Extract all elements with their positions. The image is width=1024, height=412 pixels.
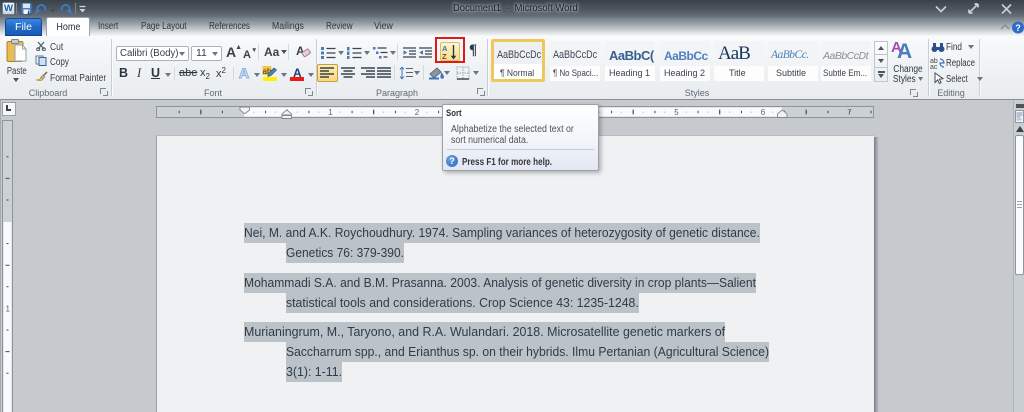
- svg-text:?: ?: [1015, 23, 1021, 33]
- svg-text:5: 5: [674, 108, 679, 117]
- svg-text:2: 2: [415, 108, 420, 117]
- svg-text:7: 7: [847, 108, 852, 117]
- svg-text:6: 6: [761, 108, 766, 117]
- svg-text:1: 1: [328, 108, 333, 117]
- svg-text:1: 1: [5, 305, 10, 314]
- svg-text:ac: ac: [930, 64, 938, 69]
